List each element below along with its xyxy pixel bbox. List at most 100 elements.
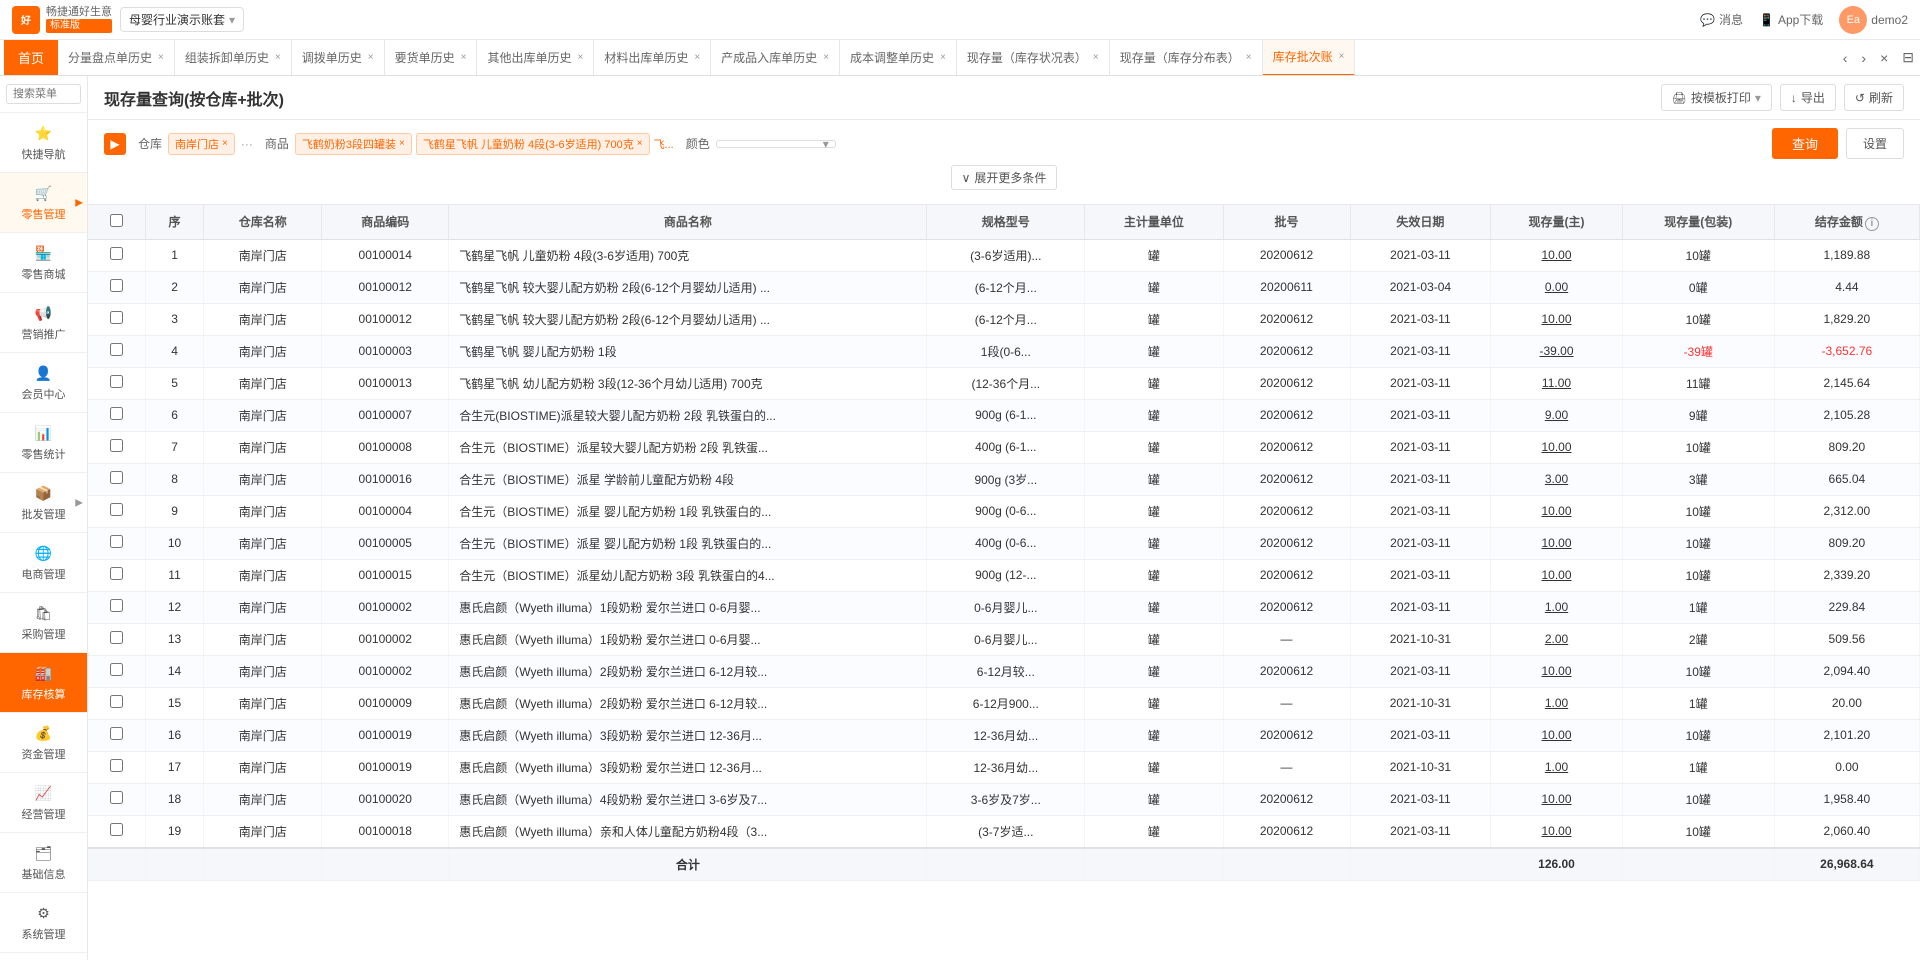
row-qty-main[interactable]: 2.00: [1491, 623, 1623, 655]
sidebar-item-marketing[interactable]: 📢 营销推广: [0, 293, 87, 353]
row-qty-main[interactable]: 10.00: [1491, 815, 1623, 848]
tab-batch-ledger-close[interactable]: ×: [1339, 51, 1345, 62]
sidebar-item-wholesale[interactable]: 📦 批发管理 ▶: [0, 473, 87, 533]
row-checkbox-4[interactable]: [88, 335, 145, 367]
sidebar-item-purchase[interactable]: 🛍 采购管理: [0, 593, 87, 653]
sidebar-item-inventory[interactable]: 🏭 库存核算: [0, 653, 87, 713]
tab-disassemble-close[interactable]: ×: [275, 52, 281, 63]
row-checkbox-18[interactable]: [88, 783, 145, 815]
row-checkbox-16[interactable]: [88, 719, 145, 751]
row-checkbox-8[interactable]: [88, 463, 145, 495]
tab-stock-dist-close[interactable]: ×: [1246, 52, 1252, 63]
row-qty-main[interactable]: 10.00: [1491, 783, 1623, 815]
tab-next-btn[interactable]: ›: [1855, 50, 1872, 66]
tab-split-close[interactable]: ×: [158, 52, 164, 63]
row-checkbox-19[interactable]: [88, 815, 145, 848]
tab-stock-status-close[interactable]: ×: [1093, 52, 1099, 63]
product-tag-2-remove[interactable]: ×: [637, 138, 643, 149]
row-qty-main[interactable]: 10.00: [1491, 431, 1623, 463]
row-checkbox-7[interactable]: [88, 431, 145, 463]
tab-demand-close[interactable]: ×: [461, 52, 467, 63]
sidebar-item-operation[interactable]: 📈 经营管理: [0, 773, 87, 833]
tab-product-in-close[interactable]: ×: [823, 52, 829, 63]
row-qty-main[interactable]: 10.00: [1491, 495, 1623, 527]
tab-material-out-close[interactable]: ×: [694, 52, 700, 63]
amount-info-icon[interactable]: i: [1865, 217, 1879, 231]
row-qty-main[interactable]: 9.00: [1491, 399, 1623, 431]
tab-disassemble[interactable]: 组装拆卸单历史 ×: [175, 40, 292, 76]
warehouse-tag-nanyan[interactable]: 南岸门店 ×: [168, 133, 235, 155]
setting-button[interactable]: 设置: [1846, 128, 1904, 159]
message-btn[interactable]: 💬 消息: [1700, 11, 1743, 28]
row-checkbox-14[interactable]: [88, 655, 145, 687]
row-checkbox-3[interactable]: [88, 303, 145, 335]
print-btn[interactable]: 🖨 按模板打印: [1661, 84, 1772, 111]
account-selector[interactable]: 母婴行业演示账套: [120, 7, 244, 32]
row-qty-main[interactable]: 3.00: [1491, 463, 1623, 495]
query-button[interactable]: 查询: [1772, 128, 1838, 159]
tab-material-out[interactable]: 材料出库单历史 ×: [594, 40, 711, 76]
sidebar-item-retail-shop[interactable]: 🏪 零售商城: [0, 233, 87, 293]
row-qty-main[interactable]: 1.00: [1491, 751, 1623, 783]
sidebar-item-base[interactable]: 🗂 基础信息: [0, 833, 87, 893]
sidebar-item-retail-stat[interactable]: 📊 零售统计: [0, 413, 87, 473]
tab-split[interactable]: 分量盘点单历史 ×: [58, 40, 175, 76]
warehouse-tag-remove[interactable]: ×: [222, 138, 228, 149]
tab-stock-status[interactable]: 现存量（库存状况表） ×: [957, 40, 1110, 76]
tab-product-in[interactable]: 产成品入库单历史 ×: [711, 40, 840, 76]
row-qty-main[interactable]: 10.00: [1491, 655, 1623, 687]
row-checkbox-5[interactable]: [88, 367, 145, 399]
sidebar-item-ecommerce[interactable]: 🌐 电商管理: [0, 533, 87, 593]
row-qty-main[interactable]: 10.00: [1491, 719, 1623, 751]
row-checkbox-9[interactable]: [88, 495, 145, 527]
row-checkbox-10[interactable]: [88, 527, 145, 559]
filter-expand-arrow[interactable]: ▶: [104, 133, 126, 155]
color-dropdown[interactable]: ▾: [716, 140, 836, 148]
sidebar-item-cooperation[interactable]: 🤝 企业协同: [0, 953, 87, 960]
search-input[interactable]: [6, 84, 81, 104]
tab-cost-adjust-close[interactable]: ×: [940, 52, 946, 63]
row-checkbox-1[interactable]: [88, 239, 145, 271]
row-checkbox-13[interactable]: [88, 623, 145, 655]
row-qty-main[interactable]: 1.00: [1491, 591, 1623, 623]
export-btn[interactable]: ↓ 导出: [1780, 84, 1836, 111]
app-download-btn[interactable]: 📱 App下载: [1759, 11, 1823, 28]
row-checkbox-2[interactable]: [88, 271, 145, 303]
tab-demand[interactable]: 要货单历史 ×: [385, 40, 478, 76]
row-qty-main[interactable]: 11.00: [1491, 367, 1623, 399]
refresh-btn[interactable]: ↺ 刷新: [1844, 84, 1904, 111]
expand-more-btn[interactable]: ∨ 展开更多条件: [951, 165, 1058, 190]
tab-batch-ledger[interactable]: 库存批次账 ×: [1263, 40, 1356, 76]
tab-query-close[interactable]: ×: [368, 52, 374, 63]
row-qty-main[interactable]: 1.00: [1491, 687, 1623, 719]
row-qty-main[interactable]: 10.00: [1491, 527, 1623, 559]
col-checkbox[interactable]: [88, 205, 145, 239]
sidebar-item-member[interactable]: 👤 会员中心: [0, 353, 87, 413]
row-qty-main[interactable]: 10.00: [1491, 239, 1623, 271]
warehouse-more-btn[interactable]: ···: [241, 137, 253, 151]
sidebar-item-retail[interactable]: 🛒 零售管理 ▶: [0, 173, 87, 233]
product-tag-2[interactable]: 飞鹤星飞帆 儿童奶粉 4段(3-6岁适用) 700克 ×: [416, 133, 650, 155]
row-qty-main[interactable]: -39.00: [1491, 335, 1623, 367]
tab-other-out-close[interactable]: ×: [577, 52, 583, 63]
tab-other-out[interactable]: 其他出库单历史 ×: [477, 40, 594, 76]
row-checkbox-15[interactable]: [88, 687, 145, 719]
tab-cost-adjust[interactable]: 成本调整单历史 ×: [840, 40, 957, 76]
sidebar-item-shortcut[interactable]: ⭐ 快捷导航: [0, 113, 87, 173]
row-qty-main[interactable]: 10.00: [1491, 559, 1623, 591]
row-qty-main[interactable]: 10.00: [1491, 303, 1623, 335]
tab-home[interactable]: 首页: [4, 40, 58, 76]
row-qty-main[interactable]: 0.00: [1491, 271, 1623, 303]
product-tag-1-remove[interactable]: ×: [399, 138, 405, 149]
select-all-checkbox[interactable]: [110, 214, 123, 227]
product-tag-1[interactable]: 飞鹤奶粉3段四罐装 ×: [295, 133, 412, 155]
tab-menu-btn[interactable]: ⊟: [1896, 49, 1920, 66]
product-more-btn[interactable]: 飞...: [654, 136, 674, 152]
tab-stock-dist[interactable]: 现存量（库存分布表） ×: [1110, 40, 1263, 76]
tab-close-all-btn[interactable]: ×: [1874, 50, 1894, 66]
tab-query[interactable]: 调拨单历史 ×: [292, 40, 385, 76]
sidebar-item-finance[interactable]: 💰 资金管理: [0, 713, 87, 773]
user-area[interactable]: Ea demo2: [1839, 6, 1908, 34]
row-checkbox-11[interactable]: [88, 559, 145, 591]
tab-prev-btn[interactable]: ‹: [1837, 50, 1854, 66]
